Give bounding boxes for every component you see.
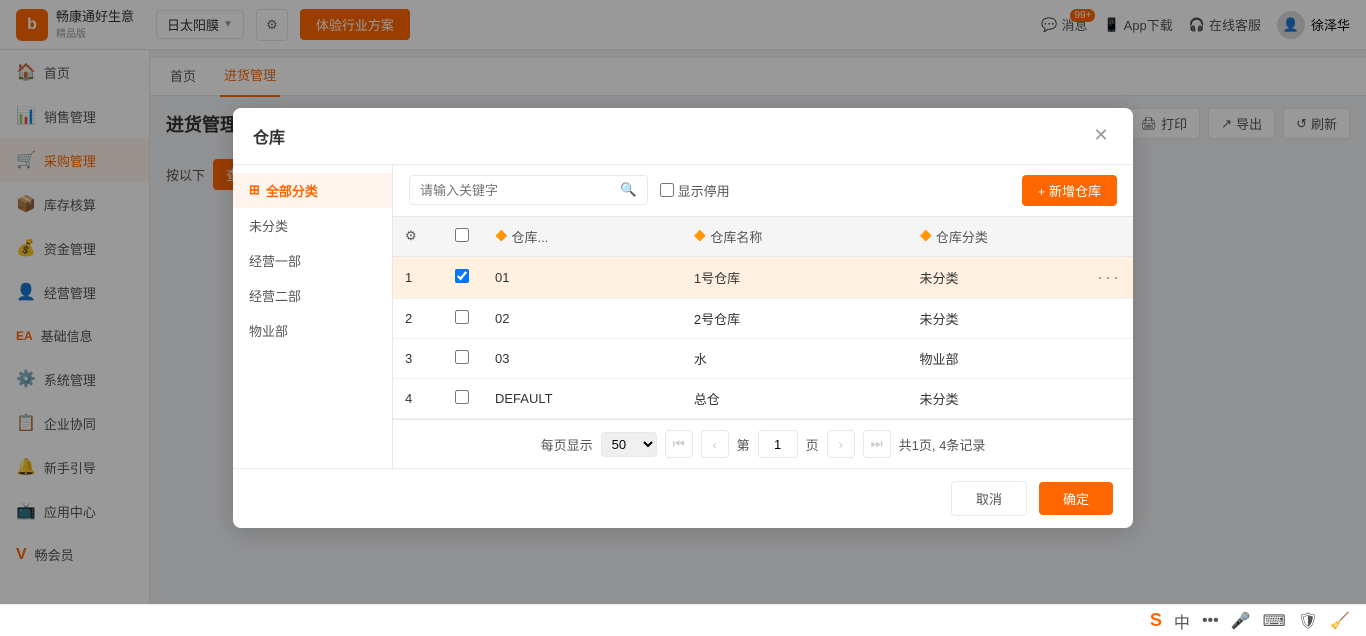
row-index: 2 [393, 299, 443, 339]
row-checkbox[interactable] [455, 390, 469, 404]
table-row[interactable]: 2 02 2号仓库 未分类 [393, 299, 1133, 339]
sort-icon-3: 🔶 [919, 231, 931, 242]
category-panel: 《 ⊞ 全部分类 未分类 经营一部 经营二部 物业部 [233, 165, 393, 469]
row-checkbox[interactable] [455, 350, 469, 364]
total-info: 共1页, 4条记录 [899, 435, 986, 454]
table-row[interactable]: 1 01 1号仓库 未分类 ··· [393, 256, 1133, 299]
close-icon[interactable]: ✕ [1089, 124, 1113, 148]
sort-icon-2: 🔶 [694, 231, 706, 242]
per-page-label: 每页显示 [541, 435, 593, 454]
row-category: 未分类 [907, 379, 1133, 419]
row-code: 01 [483, 256, 682, 299]
search-button[interactable]: 🔍 [610, 176, 647, 204]
row-index: 1 [393, 256, 443, 299]
bottom-bar: S 中 ••• 🎤 ⌨ 🛡 🧹 [0, 604, 1366, 636]
s-logo-icon: S [1150, 610, 1162, 631]
page-label: 第 [737, 435, 750, 454]
row-code: DEFAULT [483, 379, 682, 419]
page-input[interactable] [758, 430, 798, 458]
show-disabled-checkbox[interactable] [660, 183, 674, 197]
search-box: 🔍 [409, 175, 648, 205]
dialog-title: 仓库 [253, 124, 285, 148]
table-row[interactable]: 4 DEFAULT 总仓 未分类 [393, 379, 1133, 419]
row-code: 02 [483, 299, 682, 339]
chinese-icon: 中 [1174, 609, 1190, 633]
first-page-button[interactable]: ⏮ [665, 430, 693, 458]
hanger-icon[interactable]: 🧹 [1330, 611, 1350, 631]
settings-icon[interactable]: ⚙ [405, 228, 417, 243]
row-checkbox-cell [443, 299, 483, 339]
confirm-button[interactable]: 确定 [1039, 482, 1113, 515]
row-category: 物业部 [907, 339, 1133, 379]
th-settings: ⚙ [393, 217, 443, 257]
select-all-checkbox[interactable] [455, 228, 469, 242]
cancel-button[interactable]: 取消 [951, 481, 1027, 516]
th-name: 🔶 仓库名称 [682, 217, 908, 257]
row-checkbox[interactable] [455, 269, 469, 283]
table-wrapper: ⚙ 🔶 仓库... [393, 217, 1133, 420]
collapse-panel-button[interactable]: 《 [392, 173, 393, 209]
mic-icon[interactable]: 🎤 [1231, 611, 1251, 631]
search-input[interactable] [410, 177, 610, 204]
page-unit: 页 [806, 435, 819, 454]
th-checkbox [443, 217, 483, 257]
dialog-header: 仓库 ✕ [233, 108, 1133, 165]
cat-item-dept2[interactable]: 经营二部 [233, 278, 392, 313]
cat-item-dept1[interactable]: 经营一部 [233, 243, 392, 278]
row-index: 3 [393, 339, 443, 379]
add-warehouse-button[interactable]: + 新增仓库 [1022, 175, 1117, 206]
action-menu[interactable]: ··· [1097, 267, 1121, 288]
table-toolbar: 🔍 显示停用 + 新增仓库 [393, 165, 1133, 217]
row-name: 2号仓库 [682, 299, 908, 339]
row-category: 未分类 [907, 299, 1133, 339]
keyboard-icon[interactable]: ⌨ [1263, 611, 1286, 631]
pagination: 每页显示 50 100 200 ⏮ ‹ 第 页 › ⏭ 共1页, 4条记录 [393, 419, 1133, 468]
row-index: 4 [393, 379, 443, 419]
cat-item-property[interactable]: 物业部 [233, 313, 392, 348]
per-page-select[interactable]: 50 100 200 [601, 432, 657, 457]
modal-overlay: 仓库 ✕ 《 ⊞ 全部分类 未分类 经营一部 经营二部 [0, 0, 1366, 636]
sort-icon: 🔶 [495, 231, 507, 242]
table-panel: 🔍 显示停用 + 新增仓库 ⚙ [393, 165, 1133, 469]
cat-item-all[interactable]: ⊞ 全部分类 [233, 173, 392, 208]
show-disabled-label[interactable]: 显示停用 [660, 181, 730, 200]
row-checkbox-cell [443, 256, 483, 299]
warehouse-dialog: 仓库 ✕ 《 ⊞ 全部分类 未分类 经营一部 经营二部 [233, 108, 1133, 529]
grid-icon: ⊞ [249, 182, 260, 198]
row-name: 水 [682, 339, 908, 379]
dialog-footer: 取消 确定 [233, 468, 1133, 528]
cat-item-uncategorized[interactable]: 未分类 [233, 208, 392, 243]
dot-menu-icon[interactable]: ••• [1202, 612, 1219, 630]
th-category: 🔶 仓库分类 [907, 217, 1133, 257]
row-name: 1号仓库 [682, 256, 908, 299]
table-row[interactable]: 3 03 水 物业部 [393, 339, 1133, 379]
shield-icon[interactable]: 🛡 [1298, 611, 1318, 631]
row-code: 03 [483, 339, 682, 379]
row-name: 总仓 [682, 379, 908, 419]
th-code: 🔶 仓库... [483, 217, 682, 257]
row-checkbox[interactable] [455, 310, 469, 324]
row-checkbox-cell [443, 379, 483, 419]
dialog-body: 《 ⊞ 全部分类 未分类 经营一部 经营二部 物业部 [233, 165, 1133, 469]
prev-page-button[interactable]: ‹ [701, 430, 729, 458]
row-checkbox-cell [443, 339, 483, 379]
row-category: 未分类 ··· [907, 257, 1133, 299]
last-page-button[interactable]: ⏭ [863, 430, 891, 458]
warehouse-table: ⚙ 🔶 仓库... [393, 217, 1133, 420]
next-page-button[interactable]: › [827, 430, 855, 458]
